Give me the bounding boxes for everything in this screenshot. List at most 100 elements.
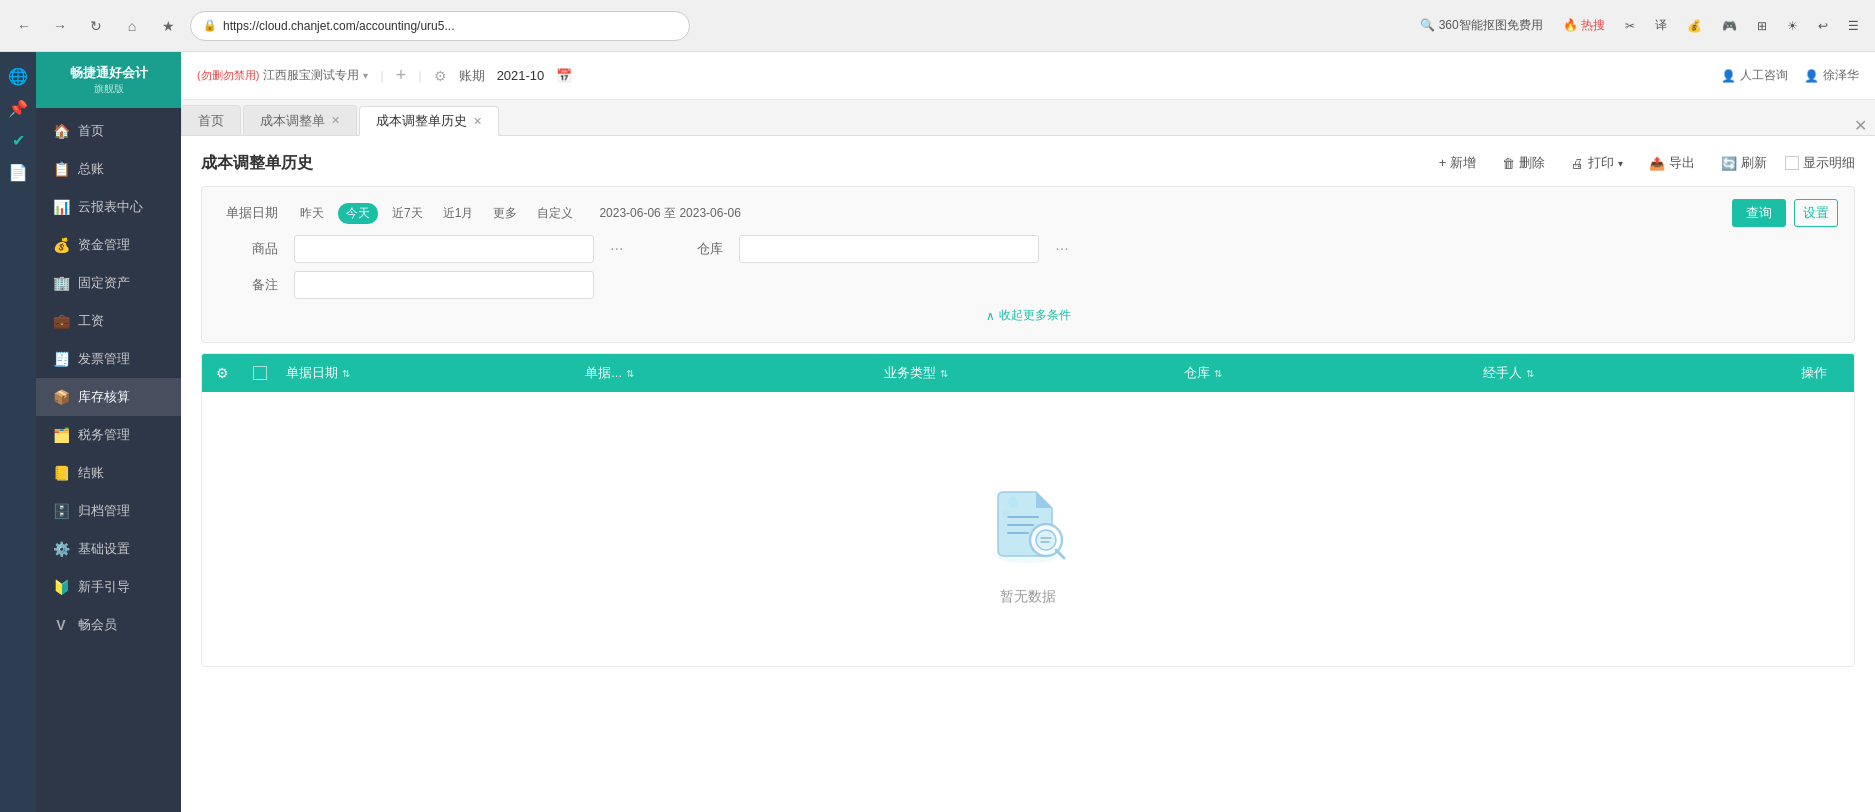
tab-cost-adjust[interactable]: 成本调整单 ✕ [243, 105, 357, 135]
select-all-checkbox[interactable] [253, 366, 267, 380]
sidebar-item-label-payroll: 工资 [78, 312, 104, 330]
undo-btn[interactable]: ↩ [1812, 16, 1834, 36]
icon-bar-item-1[interactable]: 📌 [4, 94, 32, 122]
delete-btn[interactable]: 🗑 删除 [1494, 150, 1553, 176]
sidebar-item-tax[interactable]: 🗂️ 税务管理 [36, 416, 181, 454]
date-filter-group: 昨天 今天 近7天 近1月 更多 自定义 [294, 203, 579, 224]
th-doc-no-sort-icon: ⇅ [626, 368, 634, 379]
export-btn[interactable]: 📤 导出 [1641, 150, 1703, 176]
date-btn-more[interactable]: 更多 [487, 203, 523, 224]
collapse-filter-btn[interactable]: ∧ 收起更多条件 [986, 307, 1071, 324]
search-tool-btn[interactable]: 🔍 360智能抠图免费用 [1414, 14, 1548, 37]
sidebar-item-vip[interactable]: V 畅会员 [36, 606, 181, 644]
date-btn-yesterday[interactable]: 昨天 [294, 203, 330, 224]
date-btn-custom[interactable]: 自定义 [531, 203, 579, 224]
warehouse-filter-dots[interactable]: ··· [1055, 240, 1068, 258]
th-handler-label: 经手人 [1483, 364, 1522, 382]
sidebar-item-archive[interactable]: 🗄️ 归档管理 [36, 492, 181, 530]
sidebar-item-settings[interactable]: ⚙️ 基础设置 [36, 530, 181, 568]
company-prefix: (勿删勿禁用) [197, 68, 259, 83]
date-btn-7days[interactable]: 近7天 [386, 203, 429, 224]
sidebar-item-label-home: 首页 [78, 122, 104, 140]
svg-point-10 [1003, 510, 1009, 518]
show-summary-toggle[interactable]: 显示明细 [1785, 154, 1855, 172]
hot-search-btn[interactable]: 🔥 热搜 [1557, 14, 1611, 37]
sidebar-item-guide[interactable]: 🔰 新手引导 [36, 568, 181, 606]
bookmark-button[interactable]: ★ [154, 12, 182, 40]
scissors-btn[interactable]: ✂ [1619, 16, 1641, 36]
sidebar-item-label-close: 结账 [78, 464, 104, 482]
separator-1: | [380, 68, 383, 83]
date-btn-1month[interactable]: 近1月 [437, 203, 480, 224]
warehouse-filter-input[interactable] [739, 235, 1039, 263]
svg-point-5 [1036, 530, 1056, 550]
brightness-btn[interactable]: ☀ [1781, 16, 1804, 36]
refresh-btn[interactable]: 🔄 刷新 [1713, 150, 1775, 176]
th-date[interactable]: 单据日期 ⇅ [278, 364, 577, 382]
print-btn[interactable]: 🖨 打印 ▾ [1563, 150, 1631, 176]
remark-filter-label: 备注 [218, 276, 278, 294]
sidebar-item-ledger[interactable]: 📋 总账 [36, 150, 181, 188]
menu-btn[interactable]: ☰ [1842, 16, 1865, 36]
refresh-button[interactable]: ↻ [82, 12, 110, 40]
new-btn-label: + 新增 [1439, 154, 1476, 172]
period-value: 2021-10 [497, 68, 545, 83]
th-biz-type[interactable]: 业务类型 ⇅ [876, 364, 1175, 382]
collapse-up-icon: ∧ [986, 309, 995, 323]
th-gear-btn[interactable]: ⚙ [202, 365, 242, 381]
sidebar-item-home[interactable]: 🏠 首页 [36, 112, 181, 150]
th-action: 操作 [1774, 364, 1854, 382]
translate-btn[interactable]: 译 [1649, 14, 1673, 37]
sidebar-item-label-assets: 固定资产 [78, 274, 130, 292]
user-avatar-btn[interactable]: 👤 徐泽华 [1804, 67, 1859, 84]
game-btn[interactable]: 🎮 [1716, 16, 1743, 36]
sidebar-item-payroll[interactable]: 💼 工资 [36, 302, 181, 340]
sidebar-item-assets[interactable]: 🏢 固定资产 [36, 264, 181, 302]
tab-cost-adjust-history[interactable]: 成本调整单历史 ✕ [359, 106, 499, 136]
filter-row-goods: 商品 ··· 仓库 ··· [218, 235, 1838, 263]
tab-home[interactable]: 首页 [181, 105, 241, 135]
sidebar-item-reports[interactable]: 📊 云报表中心 [36, 188, 181, 226]
forward-button[interactable]: → [46, 12, 74, 40]
calendar-icon[interactable]: 📅 [556, 68, 572, 83]
wallet-btn[interactable]: 💰 [1681, 16, 1708, 36]
th-doc-no[interactable]: 单据... ⇅ [577, 364, 876, 382]
app-container: 🌐 📌 ✔ 📄 畅捷通好会计 旗舰版 🏠 首页 📋 总账 📊 云报表中心 💰 [0, 52, 1875, 812]
close-all-btn[interactable]: ✕ [1854, 116, 1867, 135]
goods-filter-input[interactable] [294, 235, 594, 263]
table-container: ⚙ 单据日期 ⇅ 单据... ⇅ 业务类型 ⇅ [201, 353, 1855, 667]
date-range-text: 2023-06-06 至 2023-06-06 [599, 205, 740, 222]
settings-gear-btn[interactable]: ⚙ [434, 68, 447, 84]
customer-service-btn[interactable]: 👤 人工咨询 [1721, 67, 1788, 84]
th-handler[interactable]: 经手人 ⇅ [1475, 364, 1774, 382]
tab-cost-adjust-close[interactable]: ✕ [331, 114, 340, 127]
main-area: (勿删勿禁用) 江西服宝测试专用 ▾ | + | ⚙ 账期 2021-10 📅 … [181, 52, 1875, 812]
icon-bar-item-3[interactable]: 📄 [4, 158, 32, 186]
tab-cost-adjust-history-close[interactable]: ✕ [473, 115, 482, 128]
vip-icon: V [52, 617, 70, 633]
icon-bar-weibo[interactable]: 🌐 [4, 62, 32, 90]
company-selector[interactable]: (勿删勿禁用) 江西服宝测试专用 ▾ [197, 67, 368, 84]
date-btn-today[interactable]: 今天 [338, 203, 378, 224]
empty-text: 暂无数据 [1000, 588, 1056, 606]
remark-filter-input[interactable] [294, 271, 594, 299]
query-btn[interactable]: 查询 [1732, 199, 1786, 227]
summary-checkbox[interactable] [1785, 156, 1799, 170]
sidebar-item-funds[interactable]: 💰 资金管理 [36, 226, 181, 264]
service-label: 人工咨询 [1740, 67, 1788, 84]
th-warehouse[interactable]: 仓库 ⇅ [1176, 364, 1475, 382]
home-button[interactable]: ⌂ [118, 12, 146, 40]
add-company-btn[interactable]: + [396, 65, 407, 86]
sidebar-item-close[interactable]: 📒 结账 [36, 454, 181, 492]
grid-btn[interactable]: ⊞ [1751, 16, 1773, 36]
url-bar[interactable]: 🔒 https://cloud.chanjet.com/accounting/u… [190, 11, 690, 41]
icon-bar-item-2[interactable]: ✔ [4, 126, 32, 154]
goods-filter-dots[interactable]: ··· [610, 240, 623, 258]
sidebar-item-inventory[interactable]: 📦 库存核算 [36, 378, 181, 416]
th-checkbox-all[interactable] [242, 366, 278, 380]
sidebar-item-invoice[interactable]: 🧾 发票管理 [36, 340, 181, 378]
gear-icon: ⚙ [216, 365, 229, 381]
back-button[interactable]: ← [10, 12, 38, 40]
filter-setting-btn[interactable]: 设置 [1794, 199, 1838, 227]
new-btn[interactable]: + 新增 [1431, 150, 1484, 176]
